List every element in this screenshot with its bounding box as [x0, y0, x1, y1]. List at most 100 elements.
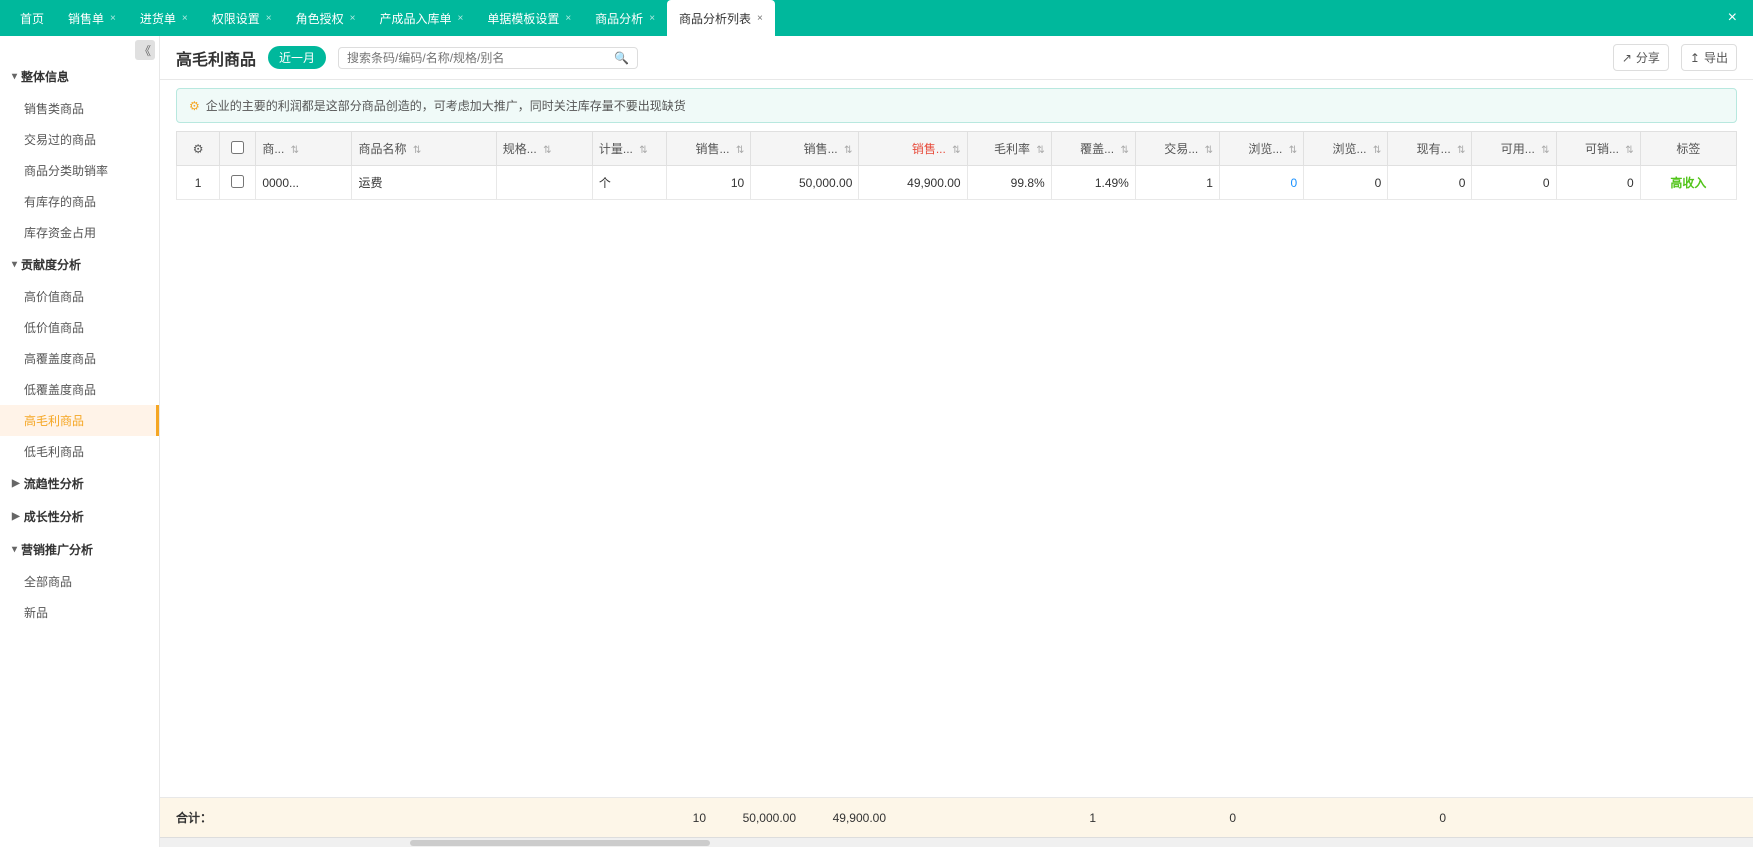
data-table: ⚙ 商... ⇅ 商品名称 ⇅ 规格... ⇅	[176, 131, 1737, 200]
horizontal-scrollbar[interactable]	[160, 837, 1753, 847]
td-coverage: 1.49%	[1051, 166, 1135, 200]
page-title: 高毛利商品	[176, 46, 256, 70]
sidebar-item-sales-goods[interactable]: 销售类商品	[0, 93, 159, 124]
close-icon[interactable]: ×	[266, 13, 272, 24]
nav-tab-home[interactable]: 首页	[8, 0, 56, 36]
row-checkbox[interactable]	[231, 175, 244, 188]
nav-tab-analysis-list[interactable]: 商品分析列表 ×	[667, 0, 775, 36]
tip-text: 企业的主要的利润都是这部分商品创造的，可考虑加大推广，同时关注库存量不要出现缺货	[206, 97, 686, 114]
footer-trans: 1	[1032, 811, 1102, 825]
tip-bar: ⚙ 企业的主要的利润都是这部分商品创造的，可考虑加大推广，同时关注库存量不要出现…	[176, 88, 1737, 123]
footer-sales-qty: 10	[642, 811, 712, 825]
th-current-stock[interactable]: 现有... ⇅	[1388, 132, 1472, 166]
sort-icon: ⇅	[1457, 145, 1465, 156]
sort-icon: ⇅	[1036, 145, 1044, 156]
top-navigation: 首页 销售单 × 进货单 × 权限设置 × 角色授权 × 产成品入库单 × 单据…	[0, 0, 1753, 36]
sidebar-group-growth[interactable]: ▶ 成长性分析	[0, 500, 159, 533]
scrollbar-thumb[interactable]	[410, 840, 710, 846]
sidebar-item-category-rate[interactable]: 商品分类助销率	[0, 155, 159, 186]
th-name[interactable]: 商品名称 ⇅	[352, 132, 496, 166]
th-transactions[interactable]: 交易... ⇅	[1135, 132, 1219, 166]
td-browse1[interactable]: 0	[1219, 166, 1303, 200]
sidebar-item-high-coverage[interactable]: 高覆盖度商品	[0, 343, 159, 374]
sidebar-collapse-button[interactable]: 《	[135, 40, 155, 60]
td-sales-amt: 50,000.00	[751, 166, 859, 200]
td-checkbox[interactable]	[220, 166, 256, 200]
sidebar-item-new-goods[interactable]: 新品	[0, 597, 159, 628]
close-icon[interactable]: ×	[182, 13, 188, 24]
th-saleable[interactable]: 可销... ⇅	[1556, 132, 1640, 166]
td-available: 0	[1472, 166, 1556, 200]
share-button[interactable]: ↗ 分享	[1613, 44, 1669, 71]
sort-icon: ⇅	[1625, 145, 1633, 156]
td-unit: 个	[592, 166, 666, 200]
footer-browse2: 0	[1172, 811, 1242, 825]
td-transactions: 1	[1135, 166, 1219, 200]
export-button[interactable]: ↥ 导出	[1681, 44, 1737, 71]
nav-tab-product-in[interactable]: 产成品入库单 ×	[367, 0, 475, 36]
expand-arrow-icon: ▾	[12, 544, 17, 555]
td-tag: 高收入	[1640, 166, 1736, 200]
th-spec[interactable]: 规格... ⇅	[496, 132, 592, 166]
sort-icon: ⇅	[1289, 145, 1297, 156]
sidebar-group-trend[interactable]: ▶ 流趋性分析	[0, 467, 159, 500]
nav-tab-purchase[interactable]: 进货单 ×	[128, 0, 200, 36]
expand-arrow-icon: ▾	[12, 71, 17, 82]
sidebar-group-marketing[interactable]: ▾ 营销推广分析	[0, 533, 159, 566]
sidebar-item-all-goods[interactable]: 全部商品	[0, 566, 159, 597]
th-gross-rate[interactable]: 毛利率 ⇅	[967, 132, 1051, 166]
th-sales-amt[interactable]: 销售... ⇅	[751, 132, 859, 166]
sidebar-item-low-value[interactable]: 低价值商品	[0, 312, 159, 343]
close-icon[interactable]: ×	[110, 13, 116, 24]
nav-tab-permissions[interactable]: 权限设置 ×	[200, 0, 284, 36]
nav-tab-template[interactable]: 单据模板设置 ×	[475, 0, 583, 36]
close-icon[interactable]: ×	[350, 13, 356, 24]
sidebar-item-stock-capital[interactable]: 库存资金占用	[0, 217, 159, 248]
close-icon[interactable]: ×	[649, 13, 655, 24]
share-icon: ↗	[1622, 51, 1632, 65]
footer-total-label: 合计：	[176, 809, 236, 826]
sidebar-item-low-margin[interactable]: 低毛利商品	[0, 436, 159, 467]
nav-tab-sales[interactable]: 销售单 ×	[56, 0, 128, 36]
search-icon[interactable]: 🔍	[614, 51, 629, 65]
nav-tab-roles[interactable]: 角色授权 ×	[284, 0, 368, 36]
sidebar-group-overall-items: 销售类商品 交易过的商品 商品分类助销率 有库存的商品 库存资金占用	[0, 93, 159, 248]
td-current-stock: 0	[1388, 166, 1472, 200]
export-icon: ↥	[1690, 51, 1700, 65]
th-browse2[interactable]: 浏览... ⇅	[1304, 132, 1388, 166]
sidebar-group-contribution-items: 高价值商品 低价值商品 高覆盖度商品 低覆盖度商品 高毛利商品 低毛利商品	[0, 281, 159, 467]
th-sales-qty[interactable]: 销售... ⇅	[667, 132, 751, 166]
select-all-checkbox[interactable]	[231, 141, 244, 154]
close-icon[interactable]: ×	[565, 13, 571, 24]
td-name: 运费	[352, 166, 496, 200]
sidebar-item-in-stock[interactable]: 有库存的商品	[0, 186, 159, 217]
th-unit[interactable]: 计量... ⇅	[592, 132, 666, 166]
th-sales-cost[interactable]: 销售... ⇅	[859, 132, 967, 166]
th-code[interactable]: 商... ⇅	[256, 132, 352, 166]
close-icon[interactable]: ×	[757, 13, 763, 24]
sort-icon: ⇅	[1541, 145, 1549, 156]
th-checkbox[interactable]	[220, 132, 256, 166]
sort-icon: ⇅	[844, 145, 852, 156]
th-settings[interactable]: ⚙	[177, 132, 220, 166]
search-box: 🔍	[338, 47, 638, 69]
close-icon[interactable]: ×	[457, 13, 463, 24]
browse1-link[interactable]: 0	[1290, 176, 1297, 190]
sidebar-item-traded-goods[interactable]: 交易过的商品	[0, 124, 159, 155]
sidebar-group-contribution[interactable]: ▾ 贡献度分析	[0, 248, 159, 281]
filter-recent-month-button[interactable]: 近一月	[268, 46, 326, 69]
sidebar-item-low-coverage[interactable]: 低覆盖度商品	[0, 374, 159, 405]
table-header-row: ⚙ 商... ⇅ 商品名称 ⇅ 规格... ⇅	[177, 132, 1737, 166]
header-actions: ↗ 分享 ↥ 导出	[1613, 44, 1737, 71]
th-coverage[interactable]: 覆盖... ⇅	[1051, 132, 1135, 166]
th-available[interactable]: 可用... ⇅	[1472, 132, 1556, 166]
td-saleable: 0	[1556, 166, 1640, 200]
sidebar-group-overall[interactable]: ▾ 整体信息	[0, 60, 159, 93]
search-input[interactable]	[347, 51, 614, 65]
th-browse1[interactable]: 浏览... ⇅	[1219, 132, 1303, 166]
footer-totals-bar: 合计： 10 50,000.00 49,900.00 1 0 0	[160, 797, 1753, 837]
nav-tab-product-analysis[interactable]: 商品分析 ×	[583, 0, 667, 36]
sidebar-item-high-value[interactable]: 高价值商品	[0, 281, 159, 312]
nav-close-button[interactable]: ×	[1720, 9, 1745, 27]
sidebar-item-high-margin[interactable]: 高毛利商品	[0, 405, 159, 436]
